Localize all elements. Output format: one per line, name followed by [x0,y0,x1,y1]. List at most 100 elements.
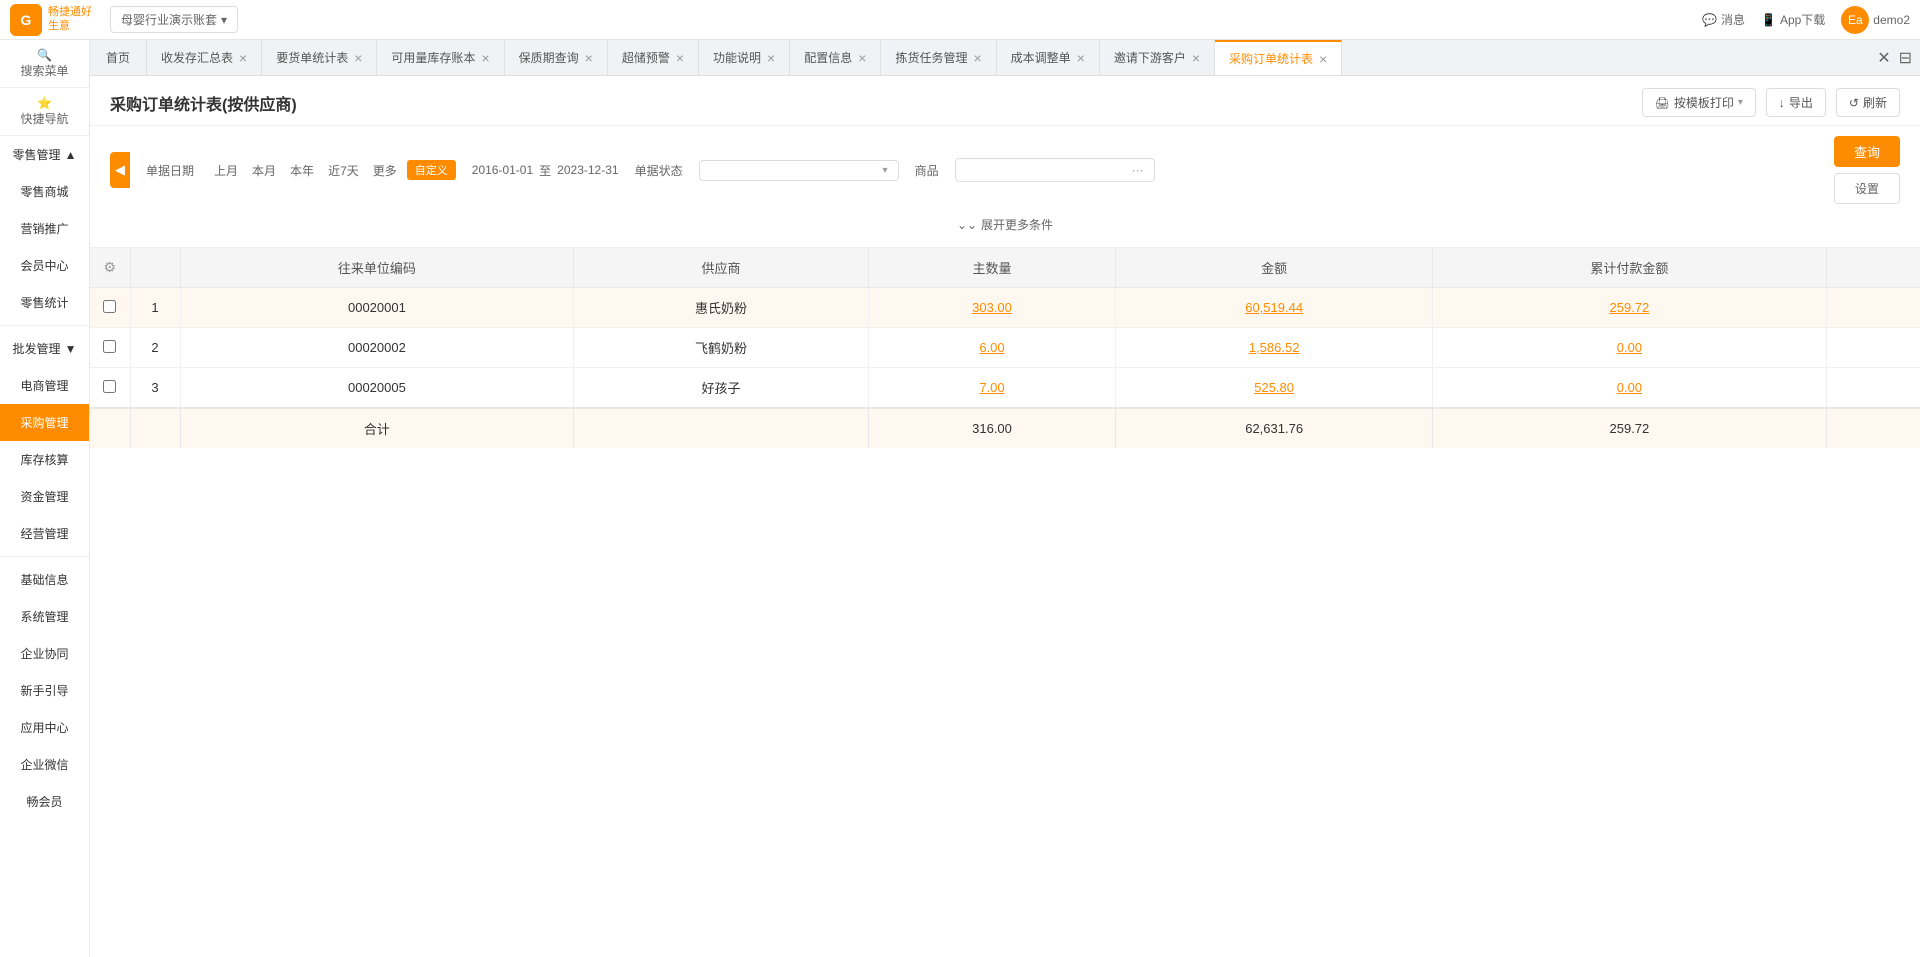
row-checkbox[interactable] [103,380,116,393]
sidebar-item-ecommerce-mgmt[interactable]: 电商管理 [0,367,89,404]
row-paid-amount[interactable]: 0.00 [1432,328,1826,368]
tab-goods-stats[interactable]: 要货单统计表 × [262,40,377,75]
footer-label: 合计 [180,408,574,448]
print-button[interactable]: 🖨 按模板打印 ▾ [1642,88,1756,117]
tab-overstock-alert-close-icon[interactable]: × [676,50,684,66]
row-paid-amount[interactable]: 0.00 [1432,368,1826,409]
tab-goods-stats-close-icon[interactable]: × [354,50,362,66]
workspace-selector[interactable]: 母婴行业演示账套 ▾ [110,6,238,33]
tab-function-desc-close-icon[interactable]: × [767,50,775,66]
sidebar-item-finance-mgmt[interactable]: 资金管理 [0,478,89,515]
sidebar-item-operations-mgmt[interactable]: 经营管理 [0,515,89,552]
col-header-checkbox[interactable]: ⚙ [90,248,130,288]
row-amount-link[interactable]: 60,519.44 [1245,300,1303,315]
row-paid-amount[interactable]: 259.72 [1432,288,1826,328]
row-quantity[interactable]: 303.00 [868,288,1116,328]
row-quantity-link[interactable]: 7.00 [979,380,1004,395]
row-paid-amount-link[interactable]: 0.00 [1617,380,1642,395]
tab-config-info-close-icon[interactable]: × [858,50,866,66]
row-paid-amount-link[interactable]: 259.72 [1610,300,1650,315]
sidebar-item-enterprise-wechat[interactable]: 企业微信 [0,746,89,783]
sidebar-item-system-mgmt[interactable]: 系统管理 [0,598,89,635]
goods-input[interactable]: ··· [955,158,1155,182]
date-custom-label[interactable]: 自定义 [407,160,456,180]
date-shortcut-this-month[interactable]: 本月 [248,160,280,181]
sidebar-item-inventory[interactable]: 库存核算 [0,441,89,478]
tab-invite-downstream-close-icon[interactable]: × [1192,50,1200,66]
sidebar-item-retail-stats[interactable]: 零售统计 [0,284,89,321]
tab-invite-downstream[interactable]: 邀请下游客户 × [1100,40,1215,75]
sidebar-item-retail-mgmt[interactable]: 零售管理 ▲ [0,136,89,173]
sidebar-item-app-center[interactable]: 应用中心 [0,709,89,746]
tab-expiry-query[interactable]: 保质期查询 × [505,40,608,75]
tab-function-desc[interactable]: 功能说明 × [699,40,790,75]
date-shortcut-last-month[interactable]: 上月 [210,160,242,181]
row-amount[interactable]: 1,586.52 [1116,328,1433,368]
tab-overstock-alert[interactable]: 超储预警 × [608,40,699,75]
sidebar-item-member-center[interactable]: 会员中心 [0,247,89,284]
app-download-button[interactable]: 📱 App下载 [1761,11,1825,28]
tab-expiry-query-close-icon[interactable]: × [585,50,593,66]
sidebar-search[interactable]: 🔍 搜索菜单 [0,40,89,88]
sidebar-item-enterprise-collab[interactable]: 企业协同 [0,635,89,672]
tab-available-stock-close-icon[interactable]: × [481,50,489,66]
logo-area: G 畅捷通好生意 [10,4,100,36]
sidebar-item-retail-shop[interactable]: 零售商城 [0,173,89,210]
row-amount[interactable]: 525.80 [1116,368,1433,409]
table-row[interactable]: 2 00020002 飞鹤奶粉 6.00 1,586.52 0.00 [90,328,1920,368]
tab-available-stock-label: 可用量库存账本 [391,49,475,66]
row-quantity[interactable]: 7.00 [868,368,1116,409]
tab-purchase-stats-close-icon[interactable]: × [1319,51,1327,67]
tab-cost-adjust[interactable]: 成本调整单 × [997,40,1100,75]
table-row[interactable]: 3 00020005 好孩子 7.00 525.80 0.00 [90,368,1920,409]
sidebar-item-purchase-mgmt[interactable]: 采购管理 [0,404,89,441]
column-settings-icon[interactable]: ⚙ [103,259,116,275]
tab-receive-send-close-icon[interactable]: × [239,50,247,66]
row-amount-link[interactable]: 1,586.52 [1249,340,1300,355]
export-button[interactable]: ↓ 导出 [1766,88,1826,117]
query-button[interactable]: 查询 [1834,136,1900,167]
tab-menu-icon[interactable]: ⊟ [1899,48,1912,68]
expand-button[interactable]: ⌄⌄ 展开更多条件 [945,212,1065,237]
sidebar-item-basic-info[interactable]: 基础信息 [0,561,89,598]
row-checkbox[interactable] [103,340,116,353]
logo-icon: G [10,4,42,36]
row-amount-link[interactable]: 525.80 [1254,380,1294,395]
date-shortcut-this-year[interactable]: 本年 [286,160,318,181]
sidebar-quick-nav[interactable]: ⭐ 快捷导航 [0,88,89,136]
row-checkbox[interactable] [103,300,116,313]
refresh-button[interactable]: ↺ 刷新 [1836,88,1900,117]
sidebar-item-marketing[interactable]: 营销推广 [0,210,89,247]
tab-home[interactable]: 首页 [90,40,147,75]
tab-cost-adjust-close-icon[interactable]: × [1077,50,1085,66]
row-quantity[interactable]: 6.00 [868,328,1116,368]
sidebar-item-new-guide[interactable]: 新手引导 [0,672,89,709]
row-quantity-link[interactable]: 303.00 [972,300,1012,315]
row-checkbox-cell[interactable] [90,288,130,328]
row-quantity-link[interactable]: 6.00 [979,340,1004,355]
status-select[interactable]: ▾ [699,160,899,181]
enterprise-collab-label: 企业协同 [20,645,68,662]
date-shortcut-more[interactable]: 更多 [369,160,401,181]
date-shortcut-7days[interactable]: 近7天 [324,160,363,181]
sidebar-item-vip-member[interactable]: 畅会员 [0,783,89,820]
tab-close-all-icon[interactable]: ✕ [1877,48,1890,68]
top-right: 💬 消息 📱 App下载 Ea demo2 [1702,6,1910,34]
tab-available-stock[interactable]: 可用量库存账本 × [377,40,504,75]
filter-toggle-button[interactable]: ◀ [110,152,130,188]
tab-pick-task[interactable]: 拣货任务管理 × [881,40,996,75]
message-button[interactable]: 💬 消息 [1702,11,1745,28]
row-amount[interactable]: 60,519.44 [1116,288,1433,328]
row-checkbox-cell[interactable] [90,368,130,409]
tab-config-info[interactable]: 配置信息 × [790,40,881,75]
quick-nav-icon: ⭐ [6,96,83,110]
row-checkbox-cell[interactable] [90,328,130,368]
user-area[interactable]: Ea demo2 [1841,6,1910,34]
sidebar-item-wholesale-mgmt[interactable]: 批发管理 ▼ [0,330,89,367]
settings-button[interactable]: 设置 [1834,173,1900,204]
tab-purchase-stats[interactable]: 采购订单统计表 × [1215,40,1342,75]
row-paid-amount-link[interactable]: 0.00 [1617,340,1642,355]
tab-receive-send[interactable]: 收发存汇总表 × [147,40,262,75]
table-row[interactable]: 1 00020001 惠氏奶粉 303.00 60,519.44 259.72 [90,288,1920,328]
tab-pick-task-close-icon[interactable]: × [973,50,981,66]
